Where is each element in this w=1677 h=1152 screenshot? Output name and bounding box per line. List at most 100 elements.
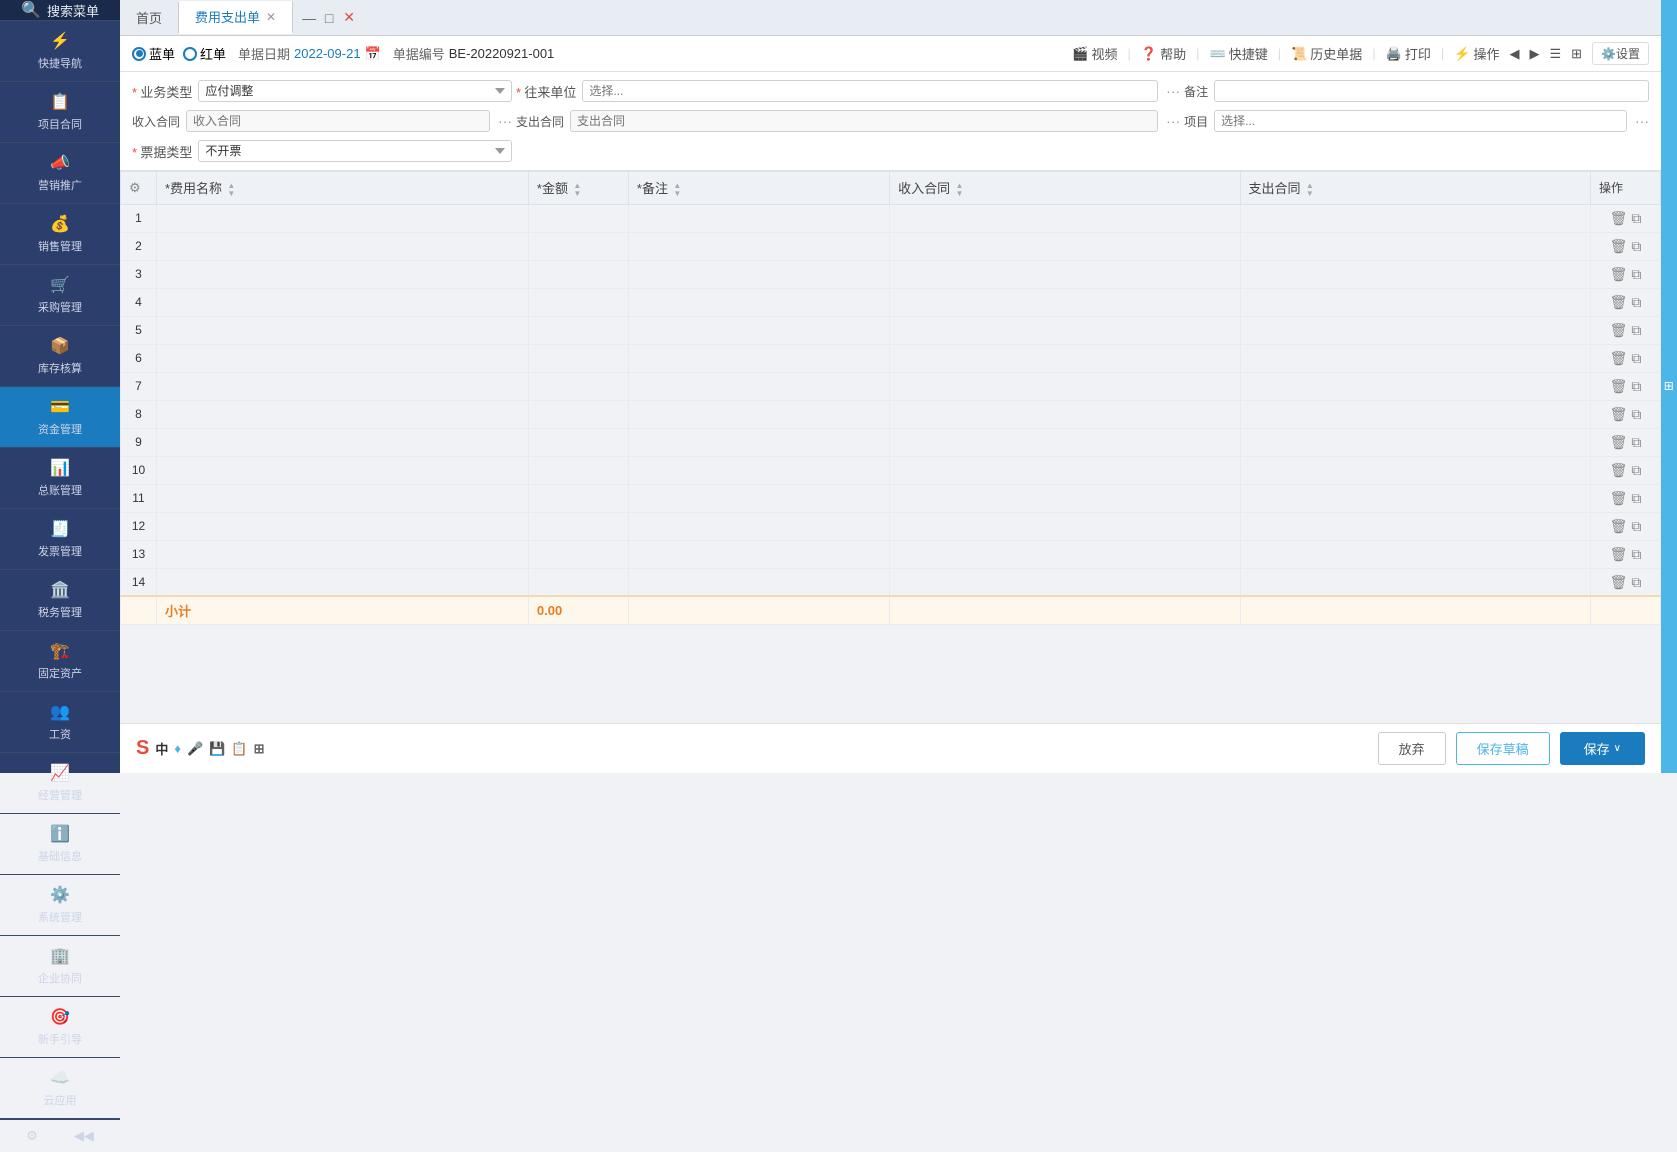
row-notes-3[interactable] xyxy=(628,260,889,288)
sidebar-item-invoice[interactable]: 🧾 发票管理 xyxy=(0,509,120,570)
save-draft-button[interactable]: 保存草稿 xyxy=(1456,732,1550,765)
copy-icon-2[interactable]: ⧉ xyxy=(1631,238,1641,255)
sidebar-item-operations[interactable]: 📈 经营管理 xyxy=(0,753,120,814)
delete-icon-4[interactable]: 🗑 xyxy=(1610,294,1628,311)
row-amount-11[interactable] xyxy=(528,484,628,512)
row-expense-contract-14[interactable] xyxy=(1240,568,1590,596)
sidebar-item-new-guide[interactable]: 🎯 新手引导 xyxy=(0,997,120,1058)
row-income-contract-9[interactable] xyxy=(890,428,1240,456)
row-expense-name-7[interactable] xyxy=(157,372,529,400)
row-amount-1[interactable] xyxy=(528,204,628,232)
shortcut-btn[interactable]: ⌨️ 快捷键 xyxy=(1210,44,1268,63)
row-notes-11[interactable] xyxy=(628,484,889,512)
row-expense-name-13[interactable] xyxy=(157,540,529,568)
copy-icon-6[interactable]: ⧉ xyxy=(1631,350,1641,367)
row-expense-contract-5[interactable] xyxy=(1240,316,1590,344)
date-value[interactable]: 2022-09-21 xyxy=(294,46,361,61)
save-button[interactable]: 保存 ∨ xyxy=(1560,732,1645,765)
copy-icon-12[interactable]: ⧉ xyxy=(1631,518,1641,535)
row-amount-2[interactable] xyxy=(528,232,628,260)
row-notes-7[interactable] xyxy=(628,372,889,400)
row-notes-8[interactable] xyxy=(628,400,889,428)
logo-save-icon[interactable]: 💾 xyxy=(209,741,225,757)
row-notes-2[interactable] xyxy=(628,232,889,260)
row-amount-13[interactable] xyxy=(528,540,628,568)
sort-income-contract[interactable]: ▲▼ xyxy=(955,182,963,198)
delete-icon-14[interactable]: 🗑 xyxy=(1610,574,1628,591)
row-income-contract-1[interactable] xyxy=(890,204,1240,232)
window-maximize-btn[interactable]: □ xyxy=(321,10,337,26)
settings-icon[interactable]: ⚙ xyxy=(26,1128,38,1144)
row-notes-14[interactable] xyxy=(628,568,889,596)
tab-expense-bill[interactable]: 费用支出单 ✕ xyxy=(179,1,293,34)
settings-button[interactable]: ⚙️设置 xyxy=(1592,42,1649,65)
sidebar-item-quick-nav[interactable]: ⚡ 快捷导航 xyxy=(0,21,120,82)
video-btn[interactable]: 🎬 视频 xyxy=(1072,44,1117,63)
row-income-contract-12[interactable] xyxy=(890,512,1240,540)
sidebar-item-tax[interactable]: 🏛️ 税务管理 xyxy=(0,570,120,631)
row-amount-6[interactable] xyxy=(528,344,628,372)
row-expense-name-6[interactable] xyxy=(157,344,529,372)
list-view-btn[interactable]: ☰ xyxy=(1549,46,1561,62)
sort-notes[interactable]: ▲▼ xyxy=(673,182,681,198)
sidebar-item-cloud-apps[interactable]: ☁️ 云应用 xyxy=(0,1058,120,1119)
copy-icon-5[interactable]: ⧉ xyxy=(1631,322,1641,339)
row-income-contract-10[interactable] xyxy=(890,456,1240,484)
row-expense-contract-8[interactable] xyxy=(1240,400,1590,428)
row-expense-contract-6[interactable] xyxy=(1240,344,1590,372)
row-expense-contract-9[interactable] xyxy=(1240,428,1590,456)
row-expense-contract-10[interactable] xyxy=(1240,456,1590,484)
row-expense-name-12[interactable] xyxy=(157,512,529,540)
row-expense-name-1[interactable] xyxy=(157,204,529,232)
row-income-contract-2[interactable] xyxy=(890,232,1240,260)
row-amount-14[interactable] xyxy=(528,568,628,596)
delete-icon-5[interactable]: 🗑 xyxy=(1610,322,1628,339)
sort-amount[interactable]: ▲▼ xyxy=(573,182,581,198)
row-expense-contract-1[interactable] xyxy=(1240,204,1590,232)
window-close-btn[interactable]: ✕ xyxy=(341,10,357,26)
sidebar-item-project-contract[interactable]: 📋 项目合同 xyxy=(0,82,120,143)
discard-button[interactable]: 放弃 xyxy=(1378,732,1446,765)
project-dots[interactable]: ··· xyxy=(1635,113,1649,129)
sidebar-item-accounting[interactable]: 📊 总账管理 xyxy=(0,448,120,509)
print-btn[interactable]: 🖨️ 打印 xyxy=(1386,44,1431,63)
row-notes-4[interactable] xyxy=(628,288,889,316)
row-income-contract-11[interactable] xyxy=(890,484,1240,512)
sidebar-search[interactable]: 🔍 搜索菜单 xyxy=(0,0,120,21)
row-expense-name-11[interactable] xyxy=(157,484,529,512)
row-expense-name-9[interactable] xyxy=(157,428,529,456)
delete-icon-3[interactable]: 🗑 xyxy=(1610,266,1628,283)
sort-expense-name[interactable]: ▲▼ xyxy=(227,182,235,198)
row-amount-4[interactable] xyxy=(528,288,628,316)
counterparty-dots[interactable]: ··· xyxy=(1166,83,1180,99)
delete-icon-2[interactable]: 🗑 xyxy=(1610,238,1628,255)
tab-close-icon[interactable]: ✕ xyxy=(266,10,276,24)
bill-type-select[interactable]: 不开票 xyxy=(198,140,512,162)
row-notes-9[interactable] xyxy=(628,428,889,456)
row-notes-5[interactable] xyxy=(628,316,889,344)
delete-icon-10[interactable]: 🗑 xyxy=(1610,462,1628,479)
sidebar-item-system[interactable]: ⚙️ 系统管理 xyxy=(0,875,120,936)
sidebar-item-sales[interactable]: 💰 销售管理 xyxy=(0,204,120,265)
row-amount-3[interactable] xyxy=(528,260,628,288)
action-btn[interactable]: ⚡ 操作 xyxy=(1454,44,1499,63)
sidebar-item-inventory[interactable]: 📦 库存核算 xyxy=(0,326,120,387)
copy-icon-4[interactable]: ⧉ xyxy=(1631,294,1641,311)
row-amount-10[interactable] xyxy=(528,456,628,484)
row-expense-contract-3[interactable] xyxy=(1240,260,1590,288)
copy-icon-14[interactable]: ⧉ xyxy=(1631,574,1641,591)
radio-blue-bill[interactable]: 蓝单 xyxy=(132,44,175,63)
grid-view-btn[interactable]: ⊞ xyxy=(1571,46,1582,62)
row-amount-9[interactable] xyxy=(528,428,628,456)
row-amount-8[interactable] xyxy=(528,400,628,428)
nav-right-btn[interactable]: ▶ xyxy=(1529,46,1539,62)
sidebar-item-fixed-assets[interactable]: 🏗️ 固定资产 xyxy=(0,631,120,692)
copy-icon-1[interactable]: ⧉ xyxy=(1631,210,1641,227)
delete-icon-13[interactable]: 🗑 xyxy=(1610,546,1628,563)
right-panel-icon[interactable]: ⊞ xyxy=(1662,381,1676,391)
row-expense-contract-2[interactable] xyxy=(1240,232,1590,260)
nav-left-btn[interactable]: ◀ xyxy=(1509,46,1519,62)
row-income-contract-3[interactable] xyxy=(890,260,1240,288)
row-expense-name-2[interactable] xyxy=(157,232,529,260)
row-expense-contract-13[interactable] xyxy=(1240,540,1590,568)
